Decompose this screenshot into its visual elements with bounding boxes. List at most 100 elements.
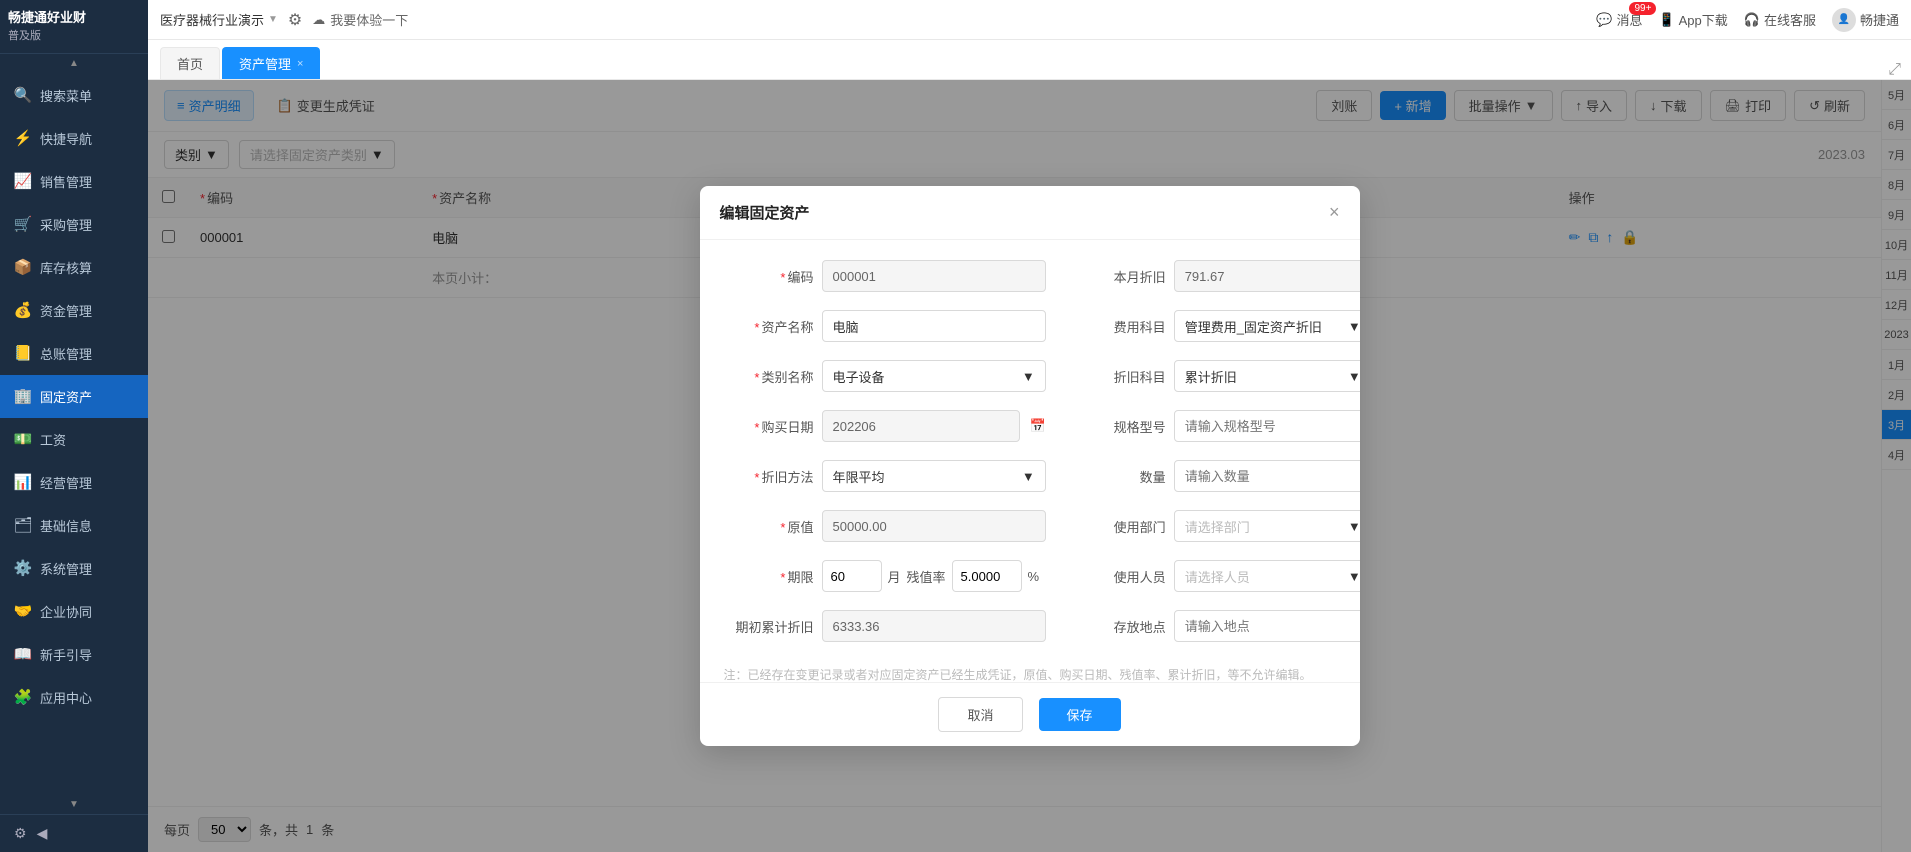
residual-rate-input[interactable]: [952, 560, 1022, 592]
topbar-service[interactable]: 🎧 在线客服: [1744, 10, 1816, 29]
sidebar-item-enterprise[interactable]: 🤝 企业协同: [0, 590, 148, 633]
sidebar-item-appcenter[interactable]: 🧩 应用中心: [0, 676, 148, 719]
sidebar-item-baseinfo[interactable]: 🗂 基础信息: [0, 504, 148, 547]
purchase-date-input[interactable]: [822, 410, 1020, 442]
collapse-icon[interactable]: ◀: [37, 825, 48, 842]
department-label: 使用部门: [1076, 517, 1166, 536]
depr-method-arrow-icon: ▼: [1022, 469, 1035, 484]
form-row-initial-cumulative: 期初累计折旧: [724, 610, 1046, 642]
user-label: 使用人员: [1076, 567, 1166, 586]
depr-subject-label: 折旧科目: [1076, 367, 1166, 386]
form-left-col: *编码 *资产名称: [724, 260, 1046, 660]
quantity-input[interactable]: [1174, 460, 1360, 492]
period-unit: 月: [888, 567, 901, 586]
system-icon: ⚙️: [14, 559, 32, 577]
modal-overlay: 编辑固定资产 × *编码: [148, 80, 1911, 852]
app-logo: 畅捷通好业财 普及版: [8, 10, 86, 43]
form-row-category: *类别名称 电子设备 ▼: [724, 360, 1046, 392]
original-value-input[interactable]: [822, 510, 1046, 542]
company-arrow-icon: ▼: [268, 14, 278, 25]
name-label: *资产名称: [724, 317, 814, 336]
sidebar-item-operation[interactable]: 📊 经营管理: [0, 461, 148, 504]
sidebar-footer: ⚙ ◀: [0, 814, 148, 852]
sidebar-scroll-down[interactable]: ▼: [0, 794, 148, 814]
app-logo-line2: 普及版: [8, 27, 86, 43]
sidebar-item-label: 固定资产: [40, 387, 92, 406]
form-row-expense-subject: 费用科目 管理费用_固定资产折旧 ▼: [1076, 310, 1360, 342]
sidebar-item-search[interactable]: 🔍 搜索菜单: [0, 74, 148, 117]
sidebar-scroll-up[interactable]: ▲: [0, 54, 148, 74]
depr-subject-value: 累计折旧: [1185, 367, 1237, 386]
sidebar-item-quicknav[interactable]: ⚡ 快捷导航: [0, 117, 148, 160]
cancel-button[interactable]: 取消: [938, 697, 1022, 732]
user-select[interactable]: 请选择人员 ▼: [1174, 560, 1360, 592]
initial-cumulative-input[interactable]: [822, 610, 1046, 642]
salary-icon: 💵: [14, 430, 32, 448]
spec-input[interactable]: [1174, 410, 1360, 442]
topbar-app-download[interactable]: 📱 App下载: [1658, 10, 1727, 29]
depr-method-select[interactable]: 年限平均 ▼: [822, 460, 1046, 492]
location-input[interactable]: [1174, 610, 1360, 642]
topbar-right: 💬 消息 99+ 📱 App下载 🎧 在线客服 👤 畅捷通: [1596, 8, 1899, 32]
tab-asset-label: 资产管理: [239, 54, 291, 73]
settings-icon[interactable]: ⚙: [14, 825, 27, 842]
topbar-user[interactable]: 👤 畅捷通: [1832, 8, 1899, 32]
location-label: 存放地点: [1076, 617, 1166, 636]
sidebar-item-capital[interactable]: 💰 资金管理: [0, 289, 148, 332]
this-month-depr-input[interactable]: [1174, 260, 1360, 292]
sidebar-item-fixedasset[interactable]: 🏢 固定资产: [0, 375, 148, 418]
category-select[interactable]: 电子设备 ▼: [822, 360, 1046, 392]
sidebar-item-label: 基础信息: [40, 516, 92, 535]
period-input[interactable]: [822, 560, 882, 592]
user-placeholder: 请选择人员: [1185, 567, 1250, 586]
depr-subject-select[interactable]: 累计折旧 ▼: [1174, 360, 1360, 392]
form-row-depr-method: *折旧方法 年限平均 ▼: [724, 460, 1046, 492]
department-select[interactable]: 请选择部门 ▼: [1174, 510, 1360, 542]
topbar-msg[interactable]: 💬 消息 99+: [1596, 10, 1642, 29]
sidebar-header: 畅捷通好业财 普及版: [0, 0, 148, 54]
capital-icon: 💰: [14, 301, 32, 319]
sidebar-item-label: 工资: [40, 430, 66, 449]
modal-body: *编码 *资产名称: [700, 240, 1360, 682]
modal-footer: 取消 保存: [700, 682, 1360, 746]
tab-home[interactable]: 首页: [160, 47, 220, 79]
cloud-text: 我要体验一下: [330, 10, 408, 29]
sidebar-item-purchase[interactable]: 🛒 采购管理: [0, 203, 148, 246]
sidebar-item-guide[interactable]: 📖 新手引导: [0, 633, 148, 676]
save-button[interactable]: 保存: [1039, 698, 1121, 731]
sidebar-item-label: 应用中心: [40, 688, 92, 707]
quantity-label: 数量: [1076, 467, 1166, 486]
name-input[interactable]: [822, 310, 1046, 342]
depr-subject-arrow-icon: ▼: [1348, 369, 1360, 384]
form-row-code: *编码: [724, 260, 1046, 292]
tab-asset[interactable]: 资产管理 ×: [222, 47, 320, 79]
expense-subject-select[interactable]: 管理费用_固定资产折旧 ▼: [1174, 310, 1360, 342]
avatar: 👤: [1832, 8, 1856, 32]
form-row-period: *期限 月 残值率 %: [724, 560, 1046, 592]
tab-close-icon[interactable]: ×: [297, 58, 303, 70]
topbar: 医疗器械行业演示 ▼ ⚙ ☁ 我要体验一下 💬 消息 99+ 📱 App下载: [148, 0, 1911, 40]
tab-expand[interactable]: ⤢: [1878, 61, 1911, 79]
topbar-cloud[interactable]: ☁ 我要体验一下: [312, 10, 408, 29]
period-label: *期限: [724, 567, 814, 586]
msg-icon: 💬: [1596, 12, 1612, 28]
spec-label: 规格型号: [1076, 417, 1166, 436]
code-input[interactable]: [822, 260, 1046, 292]
sidebar-item-sales[interactable]: 📈 销售管理: [0, 160, 148, 203]
guide-icon: 📖: [14, 645, 32, 663]
sidebar-item-label: 新手引导: [40, 645, 92, 664]
sidebar-item-salary[interactable]: 💵 工资: [0, 418, 148, 461]
topbar-settings-icon[interactable]: ⚙: [288, 10, 302, 30]
enterprise-icon: 🤝: [14, 602, 32, 620]
sidebar-item-label: 采购管理: [40, 215, 92, 234]
msg-badge: 99+: [1629, 2, 1656, 15]
sidebar-item-system[interactable]: ⚙️ 系统管理: [0, 547, 148, 590]
sidebar-item-ledger[interactable]: 📒 总账管理: [0, 332, 148, 375]
calendar-icon[interactable]: 📅: [1030, 418, 1046, 434]
sidebar-item-label: 企业协同: [40, 602, 92, 621]
sidebar-item-inventory[interactable]: 📦 库存核算: [0, 246, 148, 289]
company-selector[interactable]: 医疗器械行业演示 ▼: [160, 10, 278, 29]
residual-rate-label: 残值率: [907, 567, 946, 586]
modal-close-button[interactable]: ×: [1329, 202, 1340, 223]
period-row: 月 残值率 %: [822, 560, 1046, 592]
